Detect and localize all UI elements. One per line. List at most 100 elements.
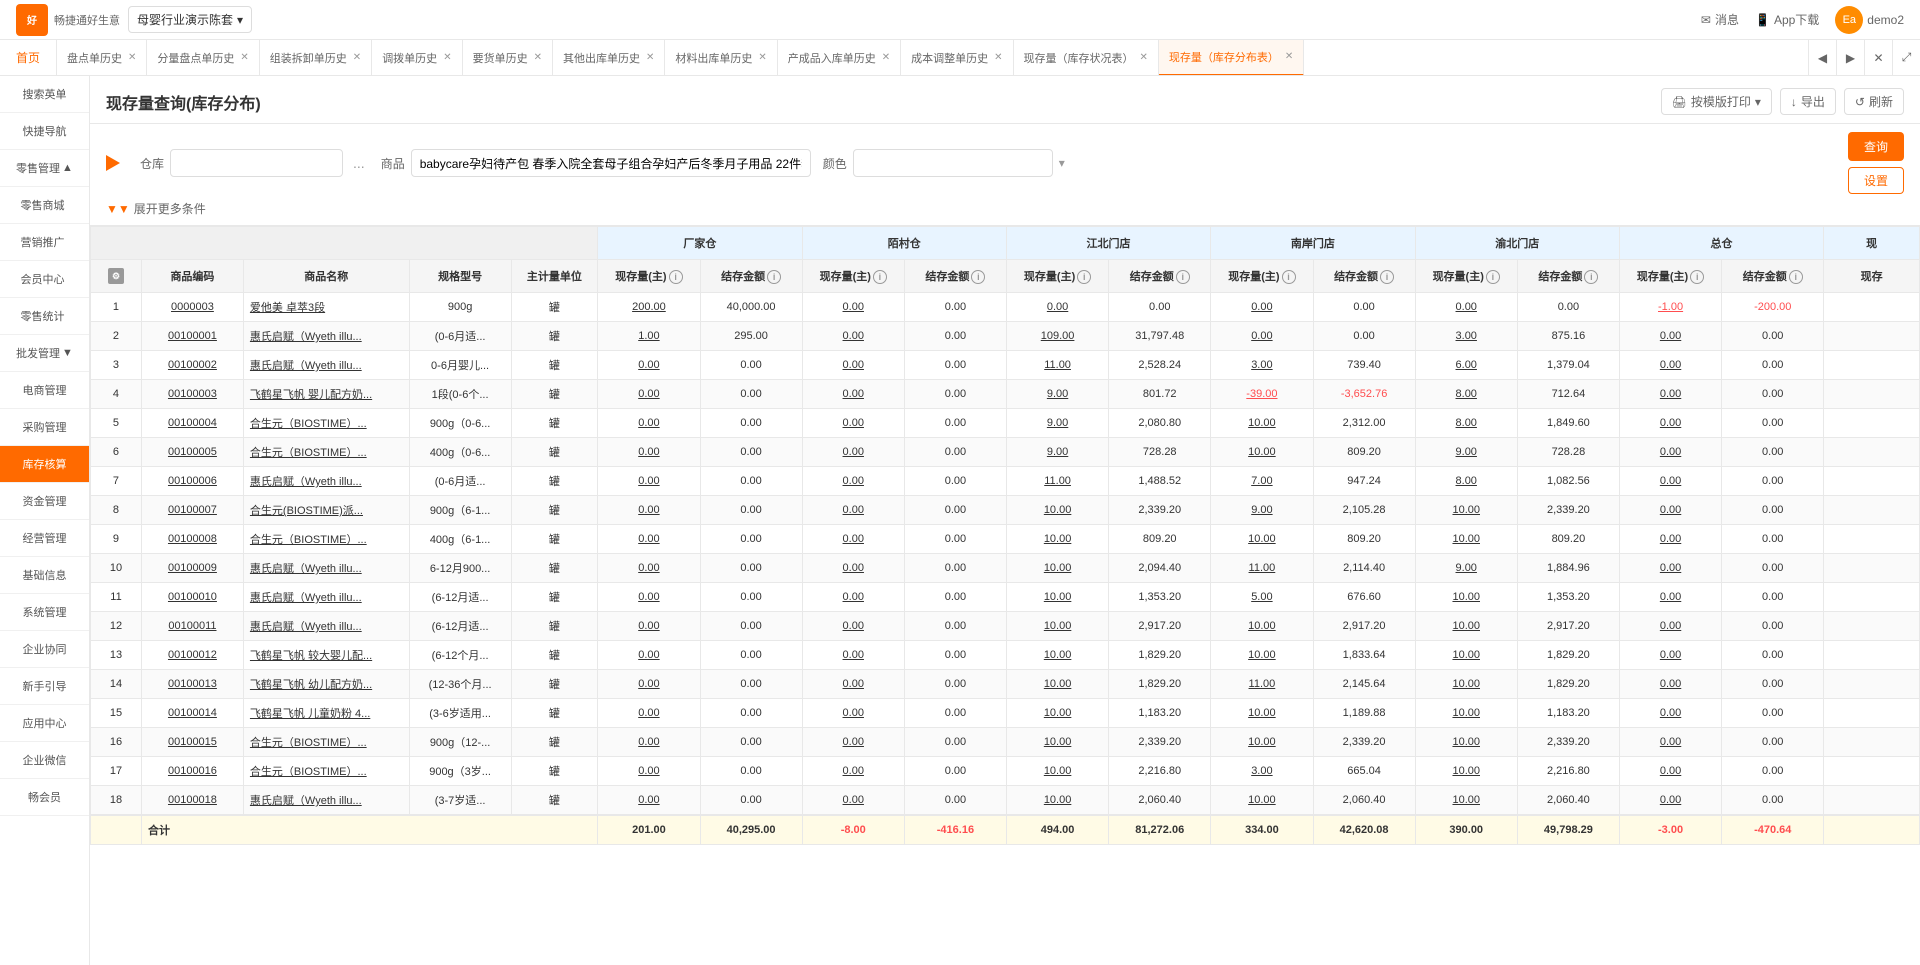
app-download-btn[interactable]: 📱 App下载 (1755, 11, 1819, 28)
row-na-qty[interactable]: 0.00 (1211, 322, 1313, 351)
row-jb-qty[interactable]: 9.00 (1006, 380, 1108, 409)
row-code[interactable]: 0000003 (141, 293, 243, 322)
sidebar-item-basic[interactable]: 基础信息 (0, 557, 89, 594)
sidebar-item-member[interactable]: 会员中心 (0, 261, 89, 298)
row-mc-qty[interactable]: 0.00 (802, 293, 904, 322)
tab-home[interactable]: 首页 (0, 40, 57, 76)
row-zc-qty[interactable]: 0.00 (1619, 786, 1721, 816)
tab-4-close[interactable]: ✕ (443, 52, 451, 63)
row-mc-qty[interactable]: 0.00 (802, 612, 904, 641)
row-zc-qty[interactable]: 0.00 (1619, 322, 1721, 351)
tab-5-close[interactable]: ✕ (534, 52, 542, 63)
row-code[interactable]: 00100011 (141, 612, 243, 641)
row-cj-qty[interactable]: 200.00 (598, 293, 700, 322)
sidebar-item-wechat[interactable]: 企业微信 (0, 742, 89, 779)
collapse-arrow[interactable] (106, 155, 120, 171)
row-yb-qty[interactable]: 3.00 (1415, 322, 1517, 351)
row-zc-qty[interactable]: 0.00 (1619, 438, 1721, 467)
info-jb-amt[interactable]: i (1176, 270, 1190, 284)
tab-7[interactable]: 材料出库单历史 ✕ (665, 40, 777, 76)
row-yb-qty[interactable]: 10.00 (1415, 757, 1517, 786)
row-cj-qty[interactable]: 0.00 (598, 670, 700, 699)
row-code[interactable]: 00100001 (141, 322, 243, 351)
row-zc-qty[interactable]: 0.00 (1619, 699, 1721, 728)
row-jb-qty[interactable]: 10.00 (1006, 670, 1108, 699)
row-na-qty[interactable]: 11.00 (1211, 554, 1313, 583)
query-btn[interactable]: 查询 (1848, 132, 1904, 161)
row-na-qty[interactable]: 10.00 (1211, 728, 1313, 757)
row-mc-qty[interactable]: 0.00 (802, 351, 904, 380)
info-zc-qty[interactable]: i (1690, 270, 1704, 284)
row-na-qty[interactable]: 9.00 (1211, 496, 1313, 525)
row-zc-qty[interactable]: 0.00 (1619, 612, 1721, 641)
row-cj-qty[interactable]: 0.00 (598, 612, 700, 641)
row-na-qty[interactable]: 5.00 (1211, 583, 1313, 612)
row-mc-qty[interactable]: 0.00 (802, 757, 904, 786)
row-cj-qty[interactable]: 0.00 (598, 699, 700, 728)
tab-10[interactable]: 现存量（库存状况表） ✕ (1014, 40, 1159, 76)
row-zc-qty[interactable]: 0.00 (1619, 583, 1721, 612)
row-mc-qty[interactable]: 0.00 (802, 583, 904, 612)
row-code[interactable]: 00100007 (141, 496, 243, 525)
row-name[interactable]: 飞鹤星飞帆 较大婴儿配... (243, 641, 409, 670)
row-na-qty[interactable]: 7.00 (1211, 467, 1313, 496)
row-cj-qty[interactable]: 0.00 (598, 728, 700, 757)
sidebar-item-collab[interactable]: 企业协同 (0, 631, 89, 668)
org-selector[interactable]: 母婴行业演示陈套 ▾ (128, 6, 252, 33)
row-cj-qty[interactable]: 0.00 (598, 583, 700, 612)
row-na-qty[interactable]: 10.00 (1211, 641, 1313, 670)
tab-8-close[interactable]: ✕ (882, 52, 890, 63)
sidebar-item-search[interactable]: 搜索英单 (0, 76, 89, 113)
row-mc-qty[interactable]: 0.00 (802, 728, 904, 757)
row-code[interactable]: 00100004 (141, 409, 243, 438)
row-na-qty[interactable]: -39.00 (1211, 380, 1313, 409)
info-cj-qty[interactable]: i (669, 270, 683, 284)
tab-7-close[interactable]: ✕ (758, 52, 766, 63)
row-zc-qty[interactable]: 0.00 (1619, 728, 1721, 757)
row-code[interactable]: 00100010 (141, 583, 243, 612)
row-na-qty[interactable]: 3.00 (1211, 351, 1313, 380)
row-yb-qty[interactable]: 9.00 (1415, 438, 1517, 467)
row-code[interactable]: 00100003 (141, 380, 243, 409)
row-code[interactable]: 00100008 (141, 525, 243, 554)
row-jb-qty[interactable]: 10.00 (1006, 757, 1108, 786)
row-zc-qty[interactable]: 0.00 (1619, 496, 1721, 525)
row-zc-qty[interactable]: 0.00 (1619, 670, 1721, 699)
row-name[interactable]: 惠氏启赋（Wyeth illu... (243, 554, 409, 583)
row-mc-qty[interactable]: 0.00 (802, 409, 904, 438)
row-name[interactable]: 惠氏启赋（Wyeth illu... (243, 612, 409, 641)
row-code[interactable]: 00100005 (141, 438, 243, 467)
tab-2[interactable]: 分量盘点单历史 ✕ (147, 40, 259, 76)
sidebar-item-operation[interactable]: 经营管理 (0, 520, 89, 557)
row-jb-qty[interactable]: 10.00 (1006, 583, 1108, 612)
tab-expand-btn[interactable]: ⤢ (1892, 40, 1920, 76)
row-yb-qty[interactable]: 10.00 (1415, 496, 1517, 525)
row-jb-qty[interactable]: 11.00 (1006, 467, 1108, 496)
row-yb-qty[interactable]: 10.00 (1415, 699, 1517, 728)
row-yb-qty[interactable]: 10.00 (1415, 670, 1517, 699)
sidebar-item-system[interactable]: 系统管理 (0, 594, 89, 631)
row-name[interactable]: 飞鹤星飞帆 幼儿配方奶... (243, 670, 409, 699)
row-yb-qty[interactable]: 9.00 (1415, 554, 1517, 583)
color-input[interactable] (853, 149, 1053, 177)
row-na-qty[interactable]: 11.00 (1211, 670, 1313, 699)
row-code[interactable]: 00100012 (141, 641, 243, 670)
row-yb-qty[interactable]: 10.00 (1415, 612, 1517, 641)
messages-btn[interactable]: ✉ 消息 (1701, 11, 1739, 28)
row-code[interactable]: 00100016 (141, 757, 243, 786)
row-mc-qty[interactable]: 0.00 (802, 322, 904, 351)
row-cj-qty[interactable]: 0.00 (598, 409, 700, 438)
sidebar-item-app-center[interactable]: 应用中心 (0, 705, 89, 742)
color-arrow[interactable]: ▾ (1059, 156, 1065, 170)
row-zc-qty[interactable]: 0.00 (1619, 554, 1721, 583)
filter-expand[interactable]: ▼▼ 展开更多条件 (106, 200, 1904, 217)
tab-3[interactable]: 组装拆卸单历史 ✕ (260, 40, 372, 76)
info-cj-amt[interactable]: i (767, 270, 781, 284)
row-jb-qty[interactable]: 10.00 (1006, 525, 1108, 554)
row-cj-qty[interactable]: 0.00 (598, 496, 700, 525)
tab-next-btn[interactable]: ▶ (1836, 40, 1864, 76)
refresh-btn[interactable]: ↺ 刷新 (1844, 88, 1904, 115)
row-jb-qty[interactable]: 0.00 (1006, 293, 1108, 322)
row-mc-qty[interactable]: 0.00 (802, 641, 904, 670)
row-zc-qty[interactable]: 0.00 (1619, 409, 1721, 438)
